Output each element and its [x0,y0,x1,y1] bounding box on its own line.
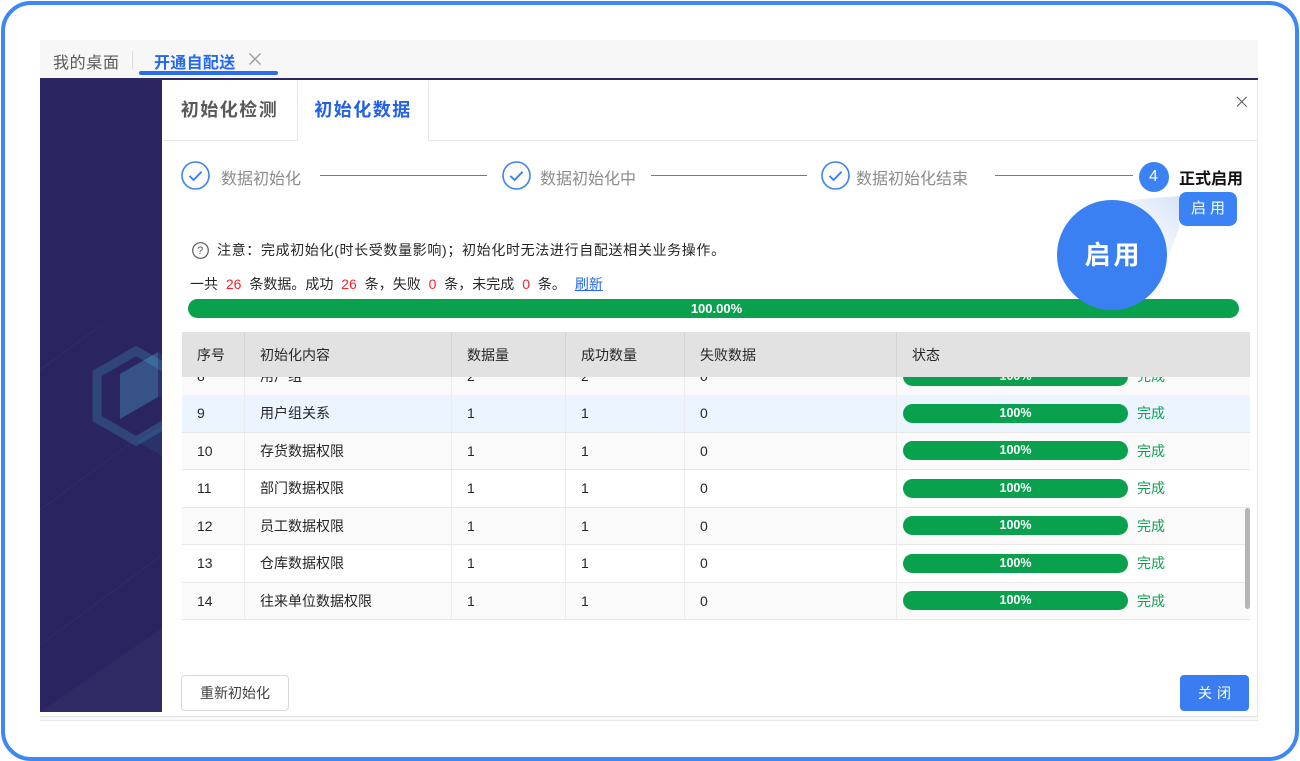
svg-text:?: ? [197,245,204,257]
